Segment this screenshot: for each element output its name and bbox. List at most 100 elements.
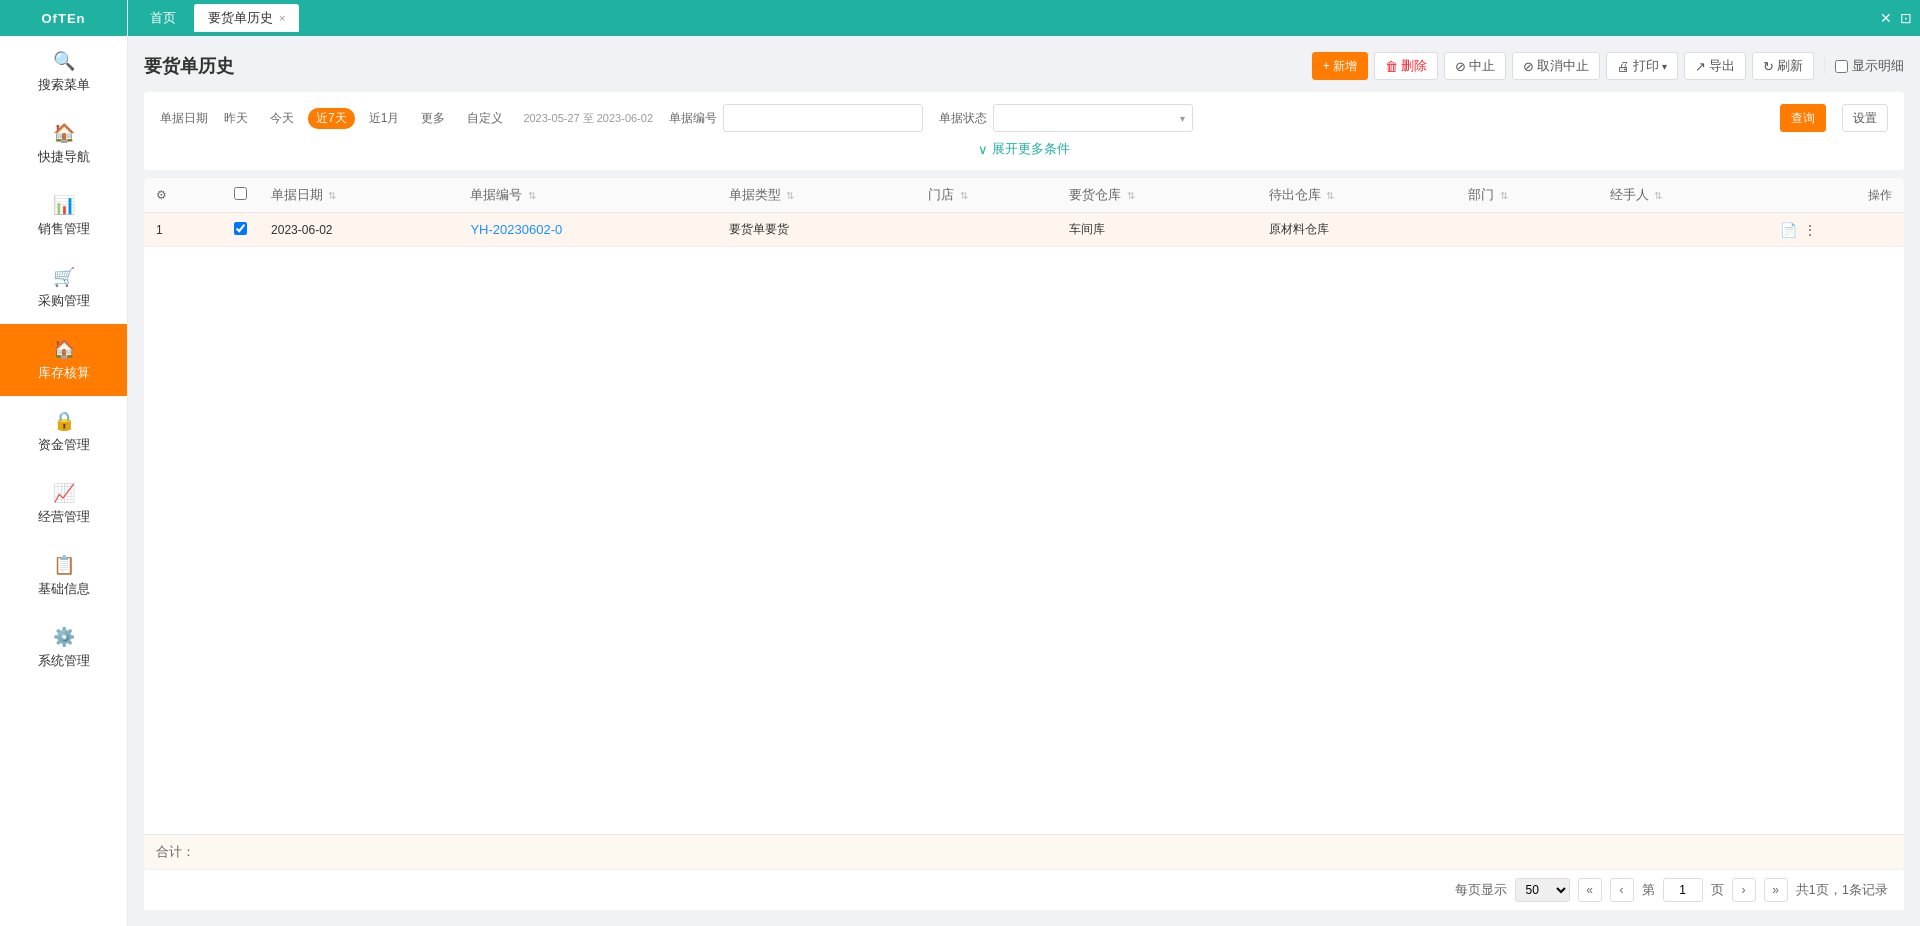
prev-page-button[interactable]: ‹ [1610,878,1634,902]
date-btn-3[interactable]: 近1月 [361,108,408,129]
sidebar-item-sys-mgmt[interactable]: ⚙️ 系统管理 [0,612,127,684]
row-pending-warehouse: 原材料仓库 [1257,213,1456,247]
date-btn-0[interactable]: 昨天 [216,108,256,129]
th-handler[interactable]: 经手人 ⇅ [1598,178,1768,213]
row-more-icon[interactable]: ⋮ [1803,222,1817,238]
th-department-label: 部门 [1468,187,1494,202]
th-store-label: 门店 [928,187,954,202]
expand-button[interactable]: ∨ 展开更多条件 [978,140,1070,158]
status-select[interactable] [993,104,1193,132]
show-detail-label: 显示明细 [1852,57,1904,75]
delete-icon: 🗑 [1385,59,1398,74]
sidebar-item-search-menu[interactable]: 🔍 搜索菜单 [0,36,127,108]
table-container: ⚙ 单据日期 ⇅ 单据编号 ⇅ [144,178,1904,869]
new-button[interactable]: + 新增 [1312,52,1368,80]
page-size-select[interactable]: 50 10 20 100 [1515,878,1570,902]
first-page-button[interactable]: « [1578,878,1602,902]
tab-requisition-history[interactable]: 要货单历史× [194,4,299,32]
print-icon: 🖨 [1617,59,1630,74]
row-checkbox[interactable] [234,222,247,235]
cancel-stop-label: 取消中止 [1537,57,1589,75]
sort-req-warehouse-icon: ⇅ [1127,190,1135,201]
print-label: 打印 [1633,57,1659,75]
refresh-button[interactable]: ↻ 刷新 [1752,52,1814,80]
select-all-checkbox[interactable] [234,187,247,200]
pagination: 每页显示 50 10 20 100 « ‹ 第 页 › » 共1页，1条记录 [144,869,1904,910]
date-btn-1[interactable]: 今天 [262,108,302,129]
shortcut-nav-icon: 🏠 [53,122,75,144]
settings-button[interactable]: 设置 [1842,104,1888,132]
row-edit-icon[interactable]: 📄 [1780,222,1797,238]
sort-pending-warehouse-icon: ⇅ [1326,190,1334,201]
th-doc-number[interactable]: 单据编号 ⇅ [458,178,716,213]
show-detail-toggle[interactable]: 显示明细 [1835,57,1904,75]
window-restore-icon[interactable]: ⊡ [1900,10,1912,26]
tab-requisition-history-close[interactable]: × [279,4,285,32]
date-filter-group: 单据日期 昨天今天近7天近1月更多自定义 2023-05-27 至 2023-0… [160,108,653,129]
sidebar-item-basic-info[interactable]: 📋 基础信息 [0,540,127,612]
window-close-icon[interactable]: ✕ [1880,10,1892,26]
search-menu-icon: 🔍 [53,50,75,72]
date-btn-2[interactable]: 近7天 [308,108,355,129]
show-detail-checkbox[interactable] [1835,60,1848,73]
date-range-display: 2023-05-27 至 2023-06-02 [523,111,653,126]
stop-button[interactable]: ⊘ 中止 [1444,52,1506,80]
tab-home[interactable]: 首页 [136,4,190,32]
sidebar-item-ops-mgmt[interactable]: 📈 经营管理 [0,468,127,540]
status-filter: 单据状态 ▾ [939,104,1764,132]
purchase-mgmt-icon: 🛒 [53,266,75,288]
export-label: 导出 [1709,57,1735,75]
date-btn-4[interactable]: 更多 [413,108,453,129]
next-page-button[interactable]: › [1732,878,1756,902]
toolbar: + 新增 🗑 删除 ⊘ 中止 ⊘ 取消中止 🖨 打印 ▾ [1312,52,1904,80]
brand-text: OfTEn [42,11,86,26]
th-department[interactable]: 部门 ⇅ [1456,178,1597,213]
date-filter-label: 单据日期 [160,110,208,127]
main-area: 首页要货单历史× ✕ ⊡ 要货单历史 + 新增 🗑 删除 ⊘ 中止 ⊘ [128,0,1920,926]
th-checkbox [222,178,259,213]
purchase-mgmt-label: 采购管理 [38,292,90,310]
sales-mgmt-icon: 📊 [53,194,75,216]
th-req-warehouse-label: 要货仓库 [1069,187,1121,202]
sidebar-item-inventory[interactable]: 🏠 库存核算 [0,324,127,396]
sidebar-item-purchase-mgmt[interactable]: 🛒 采购管理 [0,252,127,324]
last-page-button[interactable]: » [1764,878,1788,902]
sidebar-item-finance-mgmt[interactable]: 🔒 资金管理 [0,396,127,468]
th-store[interactable]: 门店 ⇅ [916,178,1057,213]
search-button[interactable]: 查询 [1780,104,1826,132]
cancel-stop-button[interactable]: ⊘ 取消中止 [1512,52,1600,80]
basic-info-icon: 📋 [53,554,75,576]
sidebar-item-shortcut-nav[interactable]: 🏠 快捷导航 [0,108,127,180]
th-req-warehouse[interactable]: 要货仓库 ⇅ [1057,178,1256,213]
print-button[interactable]: 🖨 打印 ▾ [1606,52,1678,80]
doc-number-input[interactable] [723,104,923,132]
row-doc-number: YH-20230602-0 [458,213,716,247]
page-jump-label: 第 [1642,881,1655,899]
th-pending-warehouse-label: 待出仓库 [1269,187,1321,202]
page-number-input[interactable] [1663,878,1703,902]
sidebar-item-sales-mgmt[interactable]: 📊 销售管理 [0,180,127,252]
sort-doc-number-icon: ⇅ [528,190,536,201]
th-doc-type-label: 单据类型 [729,187,781,202]
search-menu-label: 搜索菜单 [38,76,90,94]
th-doc-date[interactable]: 单据日期 ⇅ [259,178,458,213]
export-button[interactable]: ↗ 导出 [1684,52,1746,80]
th-doc-type[interactable]: 单据类型 ⇅ [717,178,916,213]
page-header: 要货单历史 + 新增 🗑 删除 ⊘ 中止 ⊘ 取消中止 🖨 打印 [144,52,1904,80]
data-table: ⚙ 单据日期 ⇅ 单据编号 ⇅ [144,178,1904,247]
row-doc-date: 2023-06-02 [259,213,458,247]
sys-mgmt-icon: ⚙️ [53,626,75,648]
th-pending-warehouse[interactable]: 待出仓库 ⇅ [1257,178,1456,213]
page-size-label: 每页显示 [1455,881,1507,899]
refresh-icon: ↻ [1763,59,1774,74]
th-settings[interactable]: ⚙ [144,178,222,213]
status-select-wrap: ▾ [993,104,1193,132]
tab-requisition-history-label: 要货单历史 [208,4,273,32]
sort-store-icon: ⇅ [960,190,968,201]
doc-number-filter: 单据编号 [669,104,923,132]
sort-department-icon: ⇅ [1500,190,1508,201]
doc-number-link[interactable]: YH-20230602-0 [470,222,562,237]
date-btn-5[interactable]: 自定义 [459,108,511,129]
table-row[interactable]: 1 2023-06-02 YH-20230602-0 要货单要货 车间库 原材料… [144,213,1904,247]
delete-button[interactable]: 🗑 删除 [1374,52,1438,80]
